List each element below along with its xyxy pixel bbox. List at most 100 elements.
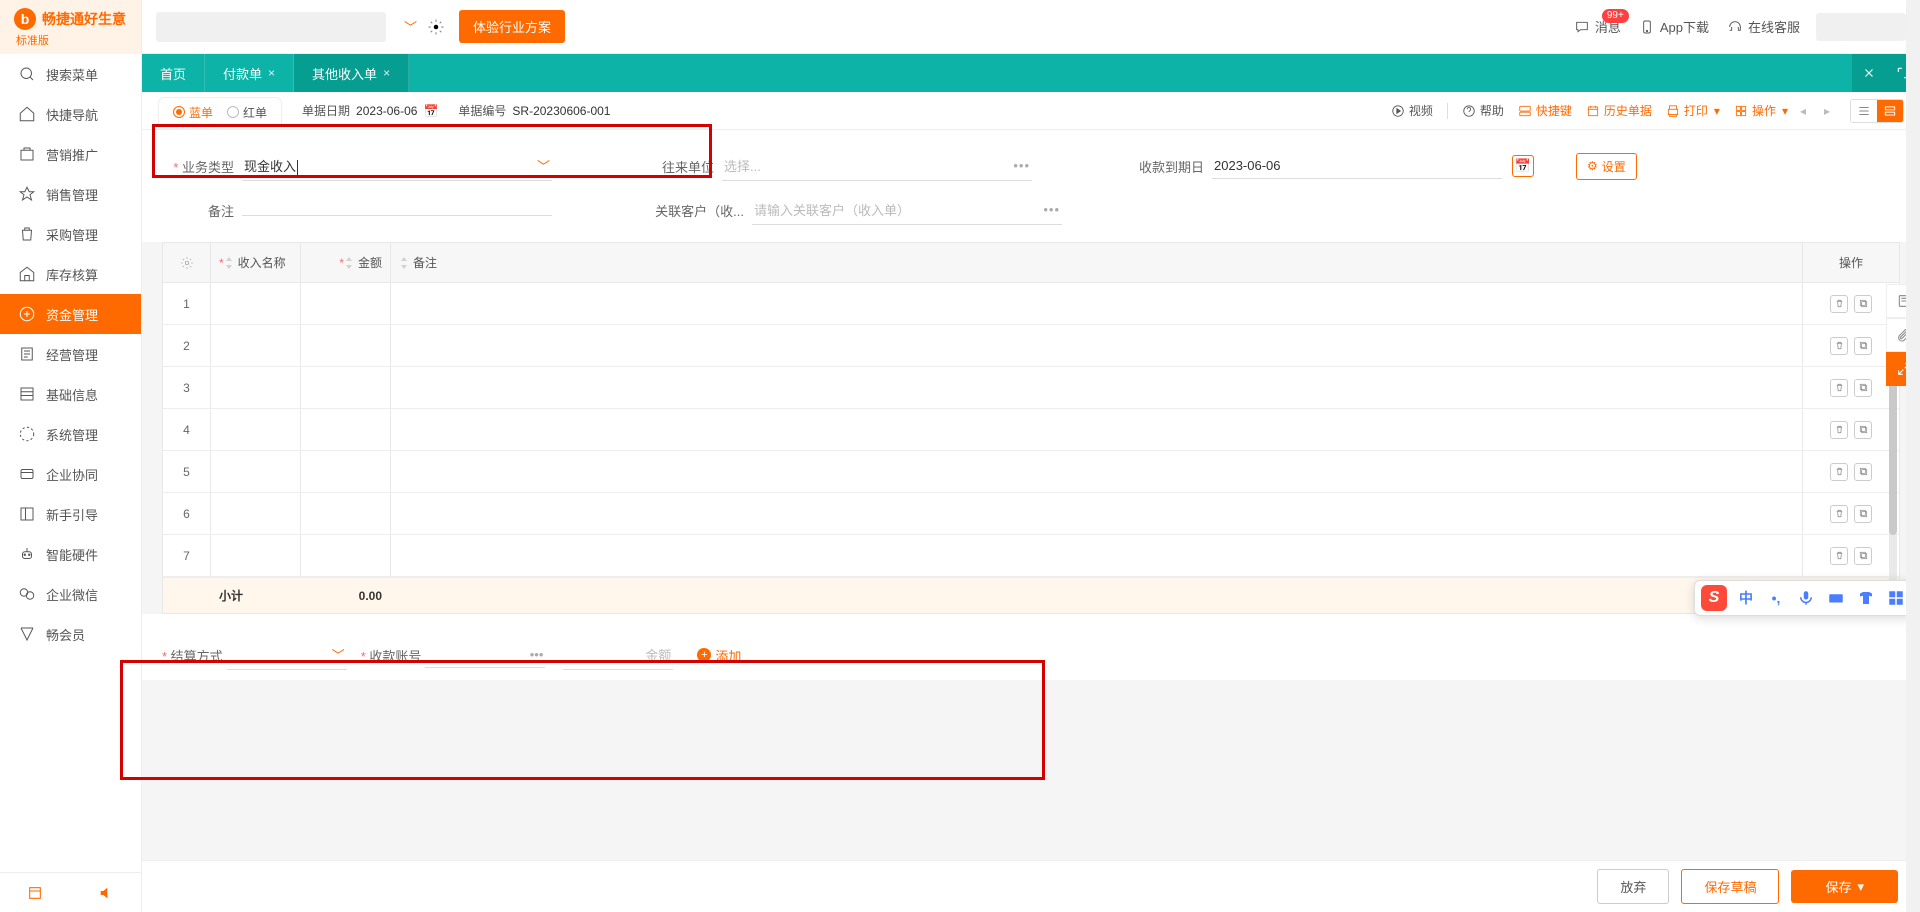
biz-type-select[interactable]: 现金收入 ﹀ — [242, 151, 552, 181]
tenant-selector[interactable] — [156, 12, 386, 42]
user-avatar[interactable] — [1816, 13, 1906, 41]
sidebar-item-7[interactable]: 经营管理 — [0, 334, 141, 374]
row-copy-button[interactable] — [1854, 421, 1872, 439]
ime-skin-icon[interactable] — [1855, 587, 1877, 609]
ime-toolbox-icon[interactable] — [1885, 587, 1907, 609]
cell-amount[interactable] — [301, 535, 391, 576]
cell-income-name[interactable] — [211, 409, 301, 450]
row-copy-button[interactable] — [1854, 379, 1872, 397]
ime-lang[interactable]: 中 — [1735, 587, 1757, 609]
doc-prev-button[interactable]: ◂ — [1794, 104, 1812, 118]
col-remark[interactable]: 备注 — [391, 243, 1803, 282]
sidebar-item-10[interactable]: 企业协同 — [0, 454, 141, 494]
sidebar-item-13[interactable]: 企业微信 — [0, 574, 141, 614]
cell-income-name[interactable] — [211, 535, 301, 576]
row-delete-button[interactable] — [1830, 295, 1848, 313]
col-income-name[interactable]: 收入名称 — [211, 243, 301, 282]
row-delete-button[interactable] — [1830, 547, 1848, 565]
close-icon[interactable]: × — [383, 66, 390, 80]
cell-remark[interactable] — [391, 283, 1803, 324]
settings-button[interactable]: ⚙设置 — [1576, 153, 1637, 180]
cell-amount[interactable] — [301, 451, 391, 492]
cell-income-name[interactable] — [211, 493, 301, 534]
cell-amount[interactable] — [301, 367, 391, 408]
sidebar-collapse-button[interactable] — [0, 873, 71, 912]
settlement-method-select[interactable]: ﹀ — [227, 640, 347, 670]
cell-remark[interactable] — [391, 451, 1803, 492]
row-delete-button[interactable] — [1830, 337, 1848, 355]
add-settlement-button[interactable]: +添加 — [697, 646, 741, 665]
view-list-button[interactable] — [1851, 100, 1877, 122]
sidebar-item-14[interactable]: 畅会员 — [0, 614, 141, 654]
online-service-button[interactable]: 在线客服 — [1727, 17, 1800, 36]
app-download-button[interactable]: App下载 — [1639, 17, 1709, 36]
tool-shortcut[interactable]: 快捷键 — [1518, 102, 1572, 119]
ime-keyboard-icon[interactable] — [1825, 587, 1847, 609]
tool-video[interactable]: 视频 — [1391, 102, 1433, 119]
radio-blue[interactable]: 蓝单 — [173, 104, 213, 121]
sidebar-item-0[interactable]: 搜索菜单 — [0, 54, 141, 94]
table-row[interactable]: 7 — [163, 535, 1899, 577]
sidebar-item-4[interactable]: 采购管理 — [0, 214, 141, 254]
table-row[interactable]: 5 — [163, 451, 1899, 493]
cell-amount[interactable] — [301, 283, 391, 324]
calendar-icon[interactable]: 📅 — [1512, 155, 1534, 177]
tool-operate[interactable]: 操作▾ — [1734, 102, 1788, 119]
cell-amount[interactable] — [301, 493, 391, 534]
sidebar-item-5[interactable]: 库存核算 — [0, 254, 141, 294]
tab-2[interactable]: 其他收入单× — [294, 54, 409, 92]
sidebar-item-1[interactable]: 快捷导航 — [0, 94, 141, 134]
table-row[interactable]: 6 — [163, 493, 1899, 535]
row-copy-button[interactable] — [1854, 505, 1872, 523]
cell-income-name[interactable] — [211, 451, 301, 492]
cell-income-name[interactable] — [211, 283, 301, 324]
tool-help[interactable]: 帮助 — [1462, 102, 1504, 119]
row-delete-button[interactable] — [1830, 379, 1848, 397]
cell-remark[interactable] — [391, 409, 1803, 450]
tab-1[interactable]: 付款单× — [205, 54, 294, 92]
sidebar-item-2[interactable]: 营销推广 — [0, 134, 141, 174]
cell-amount[interactable] — [301, 409, 391, 450]
tab-close-button[interactable] — [1852, 54, 1886, 92]
cell-remark[interactable] — [391, 493, 1803, 534]
doc-date-value[interactable]: 2023-06-06 — [356, 104, 417, 118]
cell-remark[interactable] — [391, 367, 1803, 408]
row-delete-button[interactable] — [1830, 463, 1848, 481]
ime-mic-icon[interactable] — [1795, 587, 1817, 609]
window-scrollbar-vertical[interactable] — [1906, 0, 1920, 912]
cell-remark[interactable] — [391, 325, 1803, 366]
cell-income-name[interactable] — [211, 325, 301, 366]
row-copy-button[interactable] — [1854, 295, 1872, 313]
try-industry-button[interactable]: 体验行业方案 — [459, 10, 565, 43]
calendar-icon[interactable]: 📅 — [423, 104, 438, 118]
counterparty-select[interactable]: 选择... ••• — [722, 151, 1032, 181]
sidebar-item-11[interactable]: 新手引导 — [0, 494, 141, 534]
table-row[interactable]: 4 — [163, 409, 1899, 451]
settlement-amount-input[interactable]: 金额 — [563, 640, 673, 670]
sidebar-item-8[interactable]: 基础信息 — [0, 374, 141, 414]
view-detail-button[interactable] — [1877, 100, 1903, 122]
cell-remark[interactable] — [391, 535, 1803, 576]
tool-print[interactable]: 打印▾ — [1666, 102, 1720, 119]
row-copy-button[interactable] — [1854, 547, 1872, 565]
row-copy-button[interactable] — [1854, 463, 1872, 481]
sidebar-item-12[interactable]: 智能硬件 — [0, 534, 141, 574]
account-select[interactable]: ••• — [425, 642, 545, 668]
ime-punct-icon[interactable]: •, — [1765, 587, 1787, 609]
messages-button[interactable]: 消息 99+ — [1574, 17, 1621, 36]
save-draft-button[interactable]: 保存草稿 — [1681, 869, 1779, 904]
due-date-input[interactable]: 2023-06-06 — [1212, 153, 1502, 179]
sidebar-item-9[interactable]: 系统管理 — [0, 414, 141, 454]
table-row[interactable]: 3 — [163, 367, 1899, 409]
cell-income-name[interactable] — [211, 367, 301, 408]
close-icon[interactable]: × — [268, 66, 275, 80]
chevron-down-icon[interactable]: ﹀ — [404, 17, 417, 36]
row-copy-button[interactable] — [1854, 337, 1872, 355]
tab-0[interactable]: 首页 — [142, 54, 205, 92]
sidebar-item-3[interactable]: 销售管理 — [0, 174, 141, 214]
remark-input[interactable] — [242, 205, 552, 216]
sidebar-sound-button[interactable] — [71, 873, 142, 912]
row-delete-button[interactable] — [1830, 421, 1848, 439]
cell-amount[interactable] — [301, 325, 391, 366]
table-row[interactable]: 2 — [163, 325, 1899, 367]
